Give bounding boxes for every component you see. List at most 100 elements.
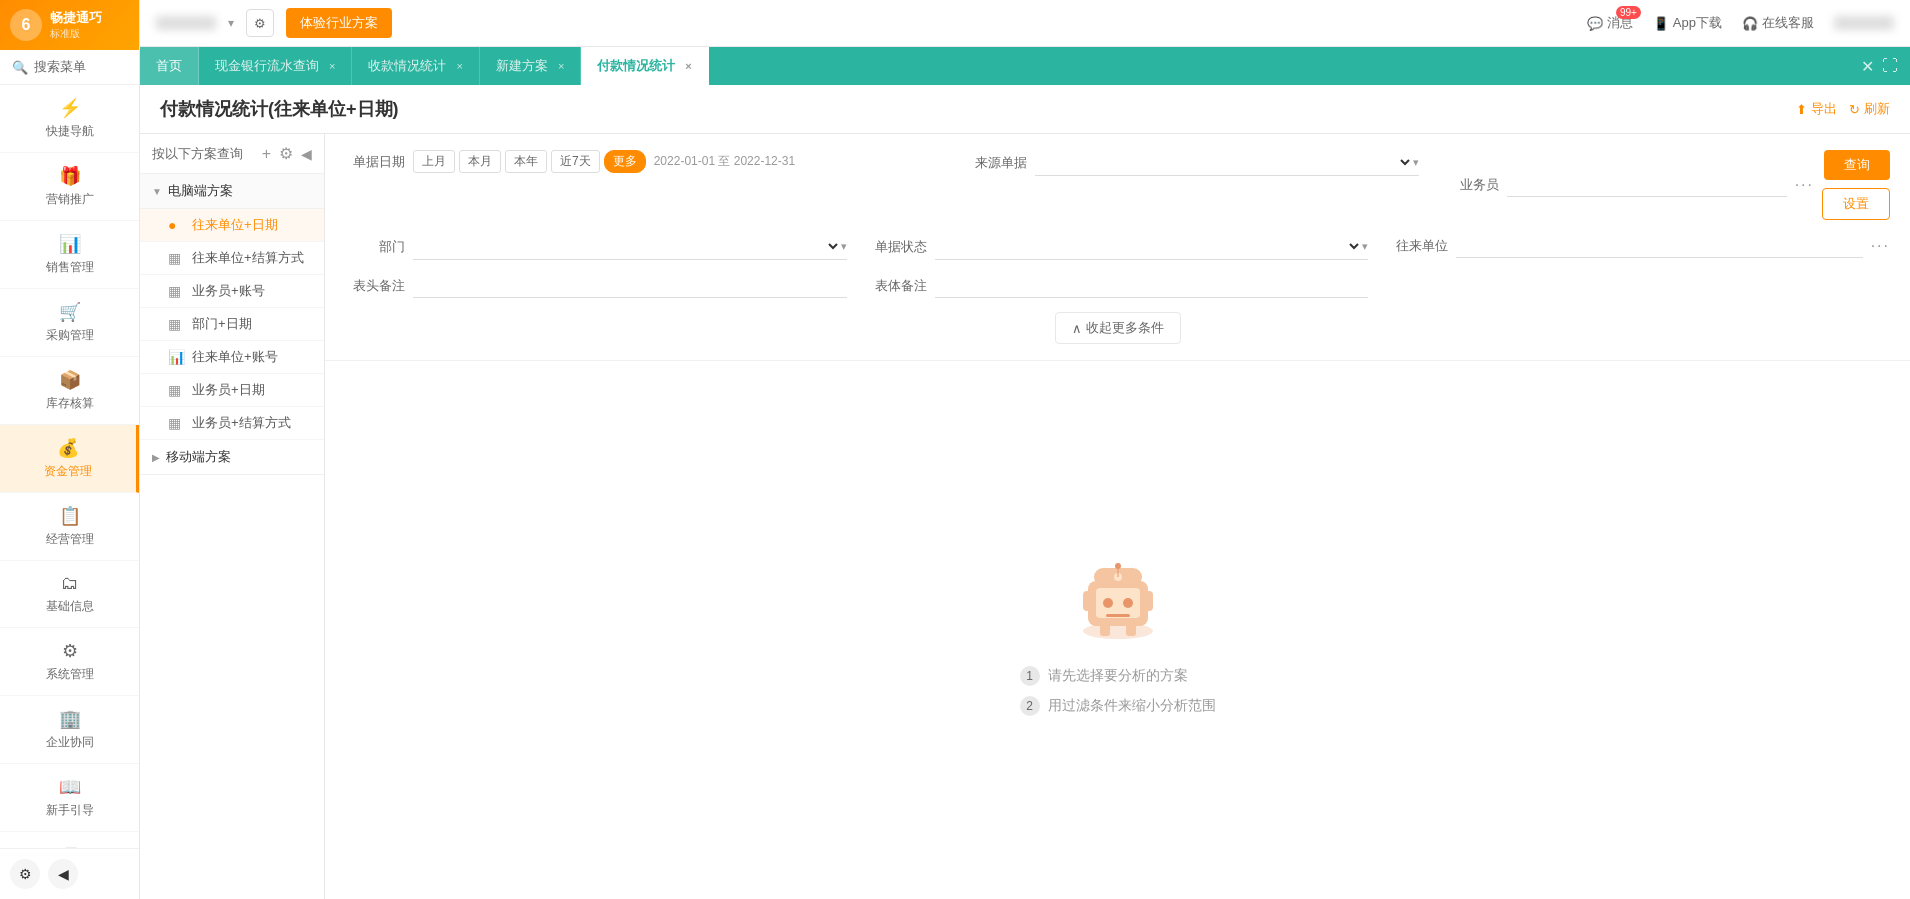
trial-btn[interactable]: 体验行业方案 — [286, 8, 392, 38]
scheme-panel: 按以下方案查询 + ⚙ ◀ ▼ 电脑端方案 ● — [140, 134, 325, 899]
app-download-btn[interactable]: 📱 App下载 — [1653, 14, 1722, 32]
right-panel: 单据日期 上月 本月 本年 近7天 更多 2022-01 — [325, 134, 1910, 899]
sidebar-item-system[interactable]: ⚙ 系统管理 — [0, 628, 139, 696]
tab-cash-flow[interactable]: 现金银行流水查询 × — [199, 47, 352, 85]
date-value: 上月 本月 本年 近7天 更多 2022-01-01 至 2022-12-31 — [413, 150, 947, 173]
date-btn-last-month[interactable]: 上月 — [413, 150, 455, 173]
tip-text-2: 用过滤条件来缩小分析范围 — [1048, 697, 1216, 715]
sidebar-item-enterprise[interactable]: 🏢 企业协同 — [0, 696, 139, 764]
collapse-conditions-btn[interactable]: ∧ 收起更多条件 — [1055, 312, 1181, 344]
close-all-tabs-btn[interactable]: ✕ — [1861, 57, 1874, 76]
topbar-title — [156, 16, 216, 30]
scheme-item-unit-account[interactable]: 📊 往来单位+账号 — [140, 341, 324, 374]
body-note-input[interactable] — [935, 274, 1369, 298]
pc-scheme-group-header[interactable]: ▼ 电脑端方案 — [140, 174, 324, 209]
scheme-panel-collapse-btn[interactable]: ◀ — [301, 146, 312, 162]
tab-payment-stats[interactable]: 付款情况统计 × — [581, 47, 708, 85]
tab-receipt-stats[interactable]: 收款情况统计 × — [352, 47, 479, 85]
dept-filter: 部门 ▾ — [345, 234, 847, 260]
scheme-item-label: 业务员+账号 — [192, 282, 265, 300]
tab-new-scheme[interactable]: 新建方案 × — [480, 47, 581, 85]
date-label: 单据日期 — [345, 153, 405, 171]
message-icon: 💬 — [1587, 16, 1603, 31]
header-note-input[interactable] — [413, 274, 847, 298]
online-service-btn[interactable]: 🎧 在线客服 — [1742, 14, 1814, 32]
settings-btn[interactable]: 设置 — [1822, 188, 1890, 220]
doc-status-label: 单据状态 — [867, 238, 927, 256]
add-scheme-btn[interactable]: + — [262, 145, 271, 163]
dept-select[interactable] — [413, 234, 841, 259]
pc-group-arrow: ▼ — [152, 186, 162, 197]
search-icon: 🔍 — [12, 60, 28, 75]
date-btn-7days[interactable]: 近7天 — [551, 150, 600, 173]
mobile-group-label: 移动端方案 — [166, 448, 231, 466]
sidebar-settings-btn[interactable]: ⚙ — [10, 859, 40, 889]
settings-icon: ⚙ — [19, 866, 32, 882]
export-btn[interactable]: ⬆ 导出 — [1796, 100, 1837, 118]
sidebar-item-label: 营销推广 — [46, 191, 94, 208]
source-select[interactable] — [1035, 150, 1413, 175]
counterparty-dots[interactable]: ··· — [1871, 237, 1890, 255]
sidebar-item-hardware[interactable]: 🖥 智能硬件 — [0, 832, 139, 848]
counterparty-input[interactable] — [1456, 234, 1862, 258]
scheme-item-unit-date[interactable]: ● 往来单位+日期 — [140, 209, 324, 242]
dept-date-icon: ▦ — [168, 316, 184, 332]
counterparty-label: 往来单位 — [1388, 237, 1448, 255]
query-btn[interactable]: 查询 — [1824, 150, 1890, 180]
tab-new-scheme-close[interactable]: × — [558, 60, 564, 72]
scheme-item-dept-date[interactable]: ▦ 部门+日期 — [140, 308, 324, 341]
scheme-item-staff-account[interactable]: ▦ 业务员+账号 — [140, 275, 324, 308]
salesman-dots[interactable]: ··· — [1795, 176, 1814, 194]
tab-cash-flow-close[interactable]: × — [329, 60, 335, 72]
scheme-settings-btn[interactable]: ⚙ — [279, 144, 293, 163]
refresh-btn[interactable]: ↻ 刷新 — [1849, 100, 1890, 118]
sidebar-item-quick-nav[interactable]: ⚡ 快捷导航 — [0, 85, 139, 153]
source-filter: 来源单据 ▾ — [967, 150, 1419, 176]
sidebar-item-operations[interactable]: 📋 经营管理 — [0, 493, 139, 561]
date-btn-this-month[interactable]: 本月 — [459, 150, 501, 173]
sidebar-item-finance[interactable]: 💰 资金管理 — [0, 425, 139, 493]
tab-home[interactable]: 首页 — [140, 47, 199, 85]
scheme-item-label: 往来单位+账号 — [192, 348, 278, 366]
header-note-filter: 表头备注 — [345, 274, 847, 298]
tab-payment-stats-close[interactable]: × — [685, 60, 691, 72]
filter-row-1: 单据日期 上月 本月 本年 近7天 更多 2022-01 — [345, 150, 1890, 220]
sidebar-item-basic-info[interactable]: 🗂 基础信息 — [0, 561, 139, 628]
scheme-item-staff-settle[interactable]: ▦ 业务员+结算方式 — [140, 407, 324, 440]
page-title: 付款情况统计(往来单位+日期) — [160, 97, 399, 121]
page-layout: 付款情况统计(往来单位+日期) ⬆ 导出 ↻ 刷新 按 — [140, 85, 1910, 899]
app-logo: 6 畅捷通巧 标准版 — [0, 0, 139, 50]
page-header: 付款情况统计(往来单位+日期) ⬆ 导出 ↻ 刷新 — [140, 85, 1910, 134]
message-btn[interactable]: 💬 消息 99+ — [1587, 14, 1633, 32]
collapse-icon: ◀ — [58, 866, 69, 882]
sidebar-item-label: 经营管理 — [46, 531, 94, 548]
topbar-gear-btn[interactable]: ⚙ — [246, 9, 274, 37]
sidebar-item-inventory[interactable]: 📦 库存核算 — [0, 357, 139, 425]
doc-status-select[interactable] — [935, 234, 1363, 259]
date-btn-more[interactable]: 更多 — [604, 150, 646, 173]
filter-row-3: 表头备注 表体备注 — [345, 274, 1890, 298]
service-label: 在线客服 — [1762, 14, 1814, 32]
topbar-right: 💬 消息 99+ 📱 App下载 🎧 在线客服 — [1587, 14, 1894, 32]
tab-receipt-stats-close[interactable]: × — [456, 60, 462, 72]
sidebar-item-purchase[interactable]: 🛒 采购管理 — [0, 289, 139, 357]
sidebar-item-label: 采购管理 — [46, 327, 94, 344]
username — [1834, 16, 1894, 30]
user-area[interactable] — [1834, 16, 1894, 30]
sidebar-item-guide[interactable]: 📖 新手引导 — [0, 764, 139, 832]
sidebar-item-sales[interactable]: 📊 销售管理 — [0, 221, 139, 289]
expand-btn[interactable]: ⛶ — [1882, 57, 1898, 75]
salesman-input[interactable] — [1507, 173, 1787, 197]
scheme-item-staff-date[interactable]: ▦ 业务员+日期 — [140, 374, 324, 407]
topbar-dropdown-arrow[interactable]: ▾ — [228, 16, 234, 30]
mobile-scheme-group-header[interactable]: ▶ 移动端方案 — [140, 440, 324, 475]
doc-status-dropdown-arrow: ▾ — [1362, 240, 1368, 253]
date-btn-this-year[interactable]: 本年 — [505, 150, 547, 173]
content-area: 按以下方案查询 + ⚙ ◀ ▼ 电脑端方案 ● — [140, 134, 1910, 899]
scheme-item-unit-settle[interactable]: ▦ 往来单位+结算方式 — [140, 242, 324, 275]
unit-account-icon: 📊 — [168, 349, 184, 365]
main-area: ▾ ⚙ 体验行业方案 💬 消息 99+ 📱 App下载 🎧 在线 — [140, 0, 1910, 899]
search-menu[interactable]: 🔍 搜索菜单 — [0, 50, 139, 85]
sidebar-collapse-btn[interactable]: ◀ — [48, 859, 78, 889]
sidebar-item-marketing[interactable]: 🎁 营销推广 — [0, 153, 139, 221]
